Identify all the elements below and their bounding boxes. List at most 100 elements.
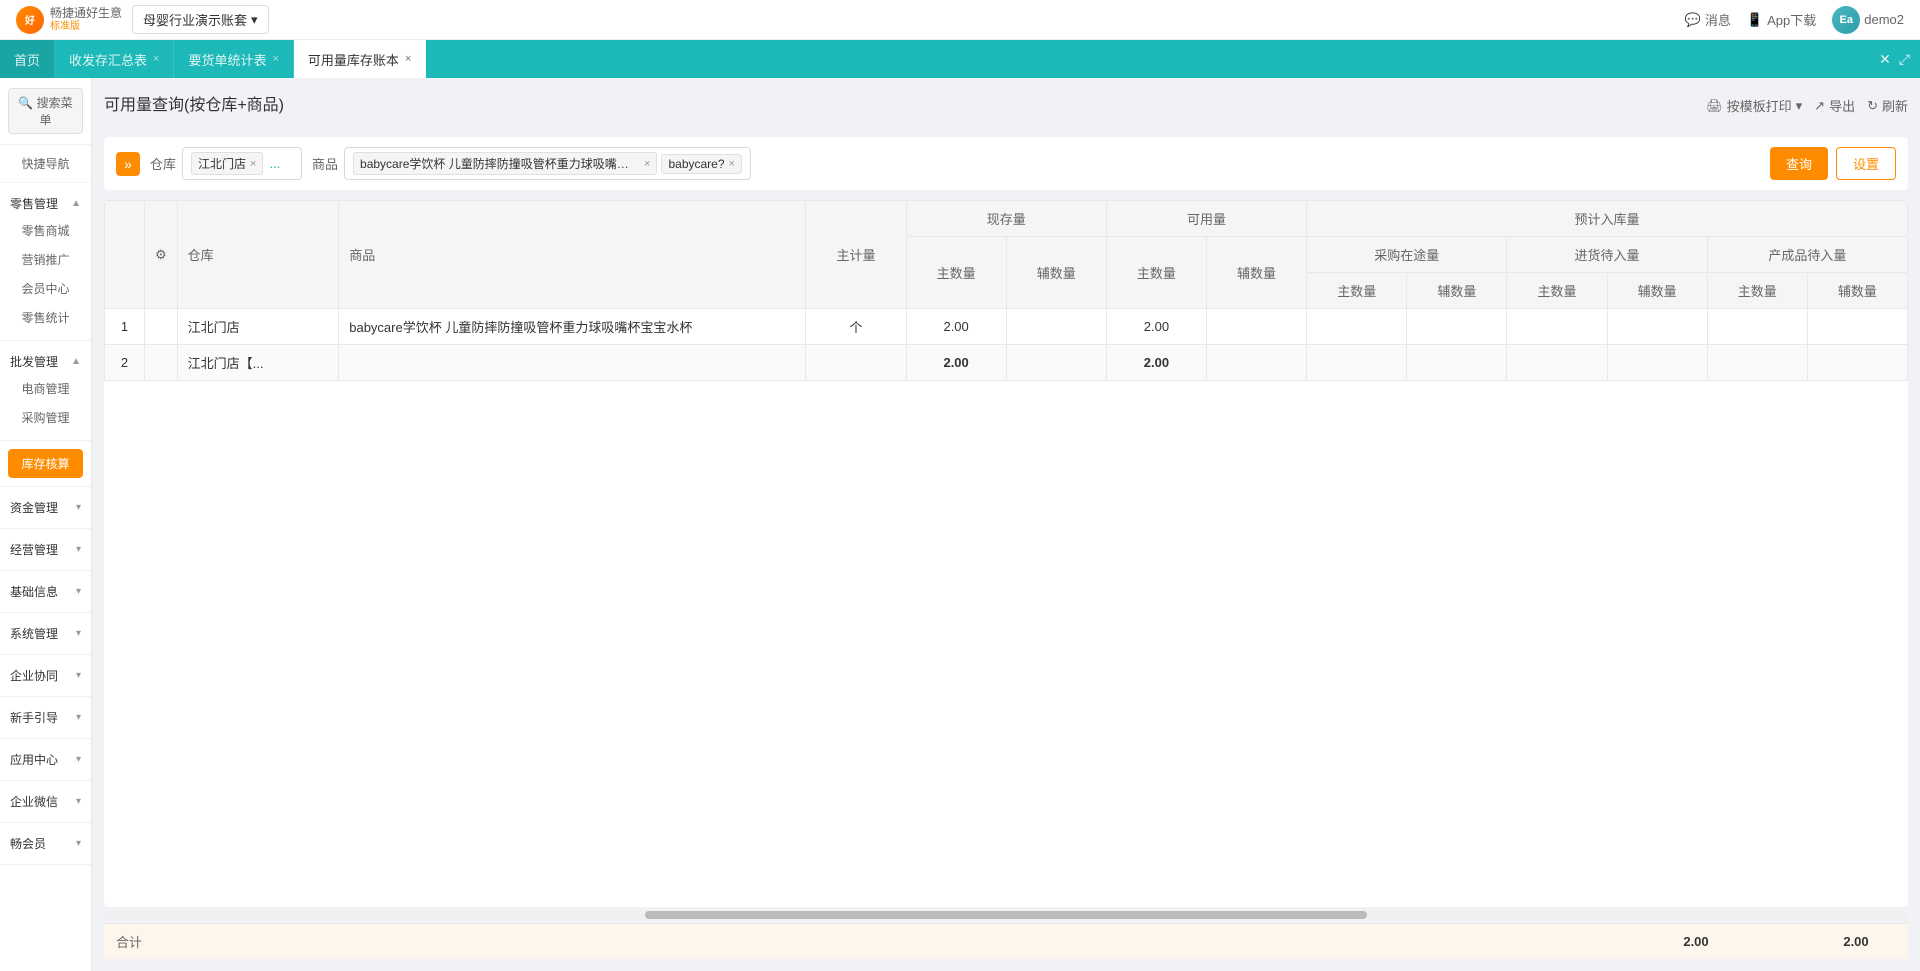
col-header-inbound-aux: 辅数量 bbox=[1607, 273, 1707, 309]
summary-avail: 2.00 bbox=[1816, 934, 1896, 949]
sidebar-section-basics: 基础信息 ▾ bbox=[0, 571, 91, 613]
sidebar-section-enterprise-header[interactable]: 企业协同 ▾ bbox=[8, 663, 83, 688]
sidebar-section-operations-header[interactable]: 经营管理 ▾ bbox=[8, 537, 83, 562]
remove-product-tag2[interactable]: × bbox=[729, 158, 735, 170]
expand-tabs-btn[interactable]: ⤢ bbox=[1899, 51, 1910, 68]
sidebar-section-basics-header[interactable]: 基础信息 ▾ bbox=[8, 579, 83, 604]
sidebar-section-wechat-header[interactable]: 企业微信 ▾ bbox=[8, 789, 83, 814]
nav-tabs: 首页 收发存汇总表 × 要货单统计表 × 可用量库存账本 × ✕ ⤢ bbox=[0, 40, 1920, 78]
row2-stock-aux bbox=[1006, 345, 1106, 381]
sidebar-section-apps-header[interactable]: 应用中心 ▾ bbox=[8, 747, 83, 772]
sidebar-item-inventory-check[interactable]: 库存核算 bbox=[8, 449, 83, 478]
logo-text: 畅捷通好生意 标准版 bbox=[50, 6, 122, 32]
row2-purchase-aux bbox=[1407, 345, 1507, 381]
col-header-purchase-main: 主数量 bbox=[1307, 273, 1407, 309]
row2-inbound-aux bbox=[1607, 345, 1707, 381]
col-header-inbound-forecast: 预计入库量 bbox=[1307, 201, 1908, 237]
sidebar-item-ecommerce[interactable]: 电商管理 bbox=[8, 374, 83, 403]
sidebar-item-retail-stats[interactable]: 零售统计 bbox=[8, 303, 83, 332]
row1-inbound-aux bbox=[1607, 309, 1707, 345]
app-download-action[interactable]: 📱 App下载 bbox=[1747, 10, 1816, 29]
tab-home[interactable]: 首页 bbox=[0, 40, 55, 78]
col-header-inbound-main: 主数量 bbox=[1507, 273, 1607, 309]
row2-product bbox=[339, 345, 806, 381]
more-warehouse-btn[interactable]: ... bbox=[269, 156, 280, 171]
message-action[interactable]: 💬 消息 bbox=[1685, 10, 1731, 29]
product-filter: 商品 babycare学饮杯 儿童防摔防撞吸管杯重力球吸嘴杯宝宝水杯 × bab… bbox=[312, 147, 751, 180]
col-header-mfg-main: 主数量 bbox=[1707, 273, 1807, 309]
double-arrow-icon: » bbox=[124, 156, 132, 172]
query-button[interactable]: 查询 bbox=[1770, 147, 1828, 180]
summary-label: 合计 bbox=[116, 932, 142, 951]
sidebar-section-wholesale-header[interactable]: 批发管理 ▲ bbox=[8, 349, 83, 374]
sidebar-item-members[interactable]: 会员中心 bbox=[8, 274, 83, 303]
product-tag-1: babycare学饮杯 儿童防摔防撞吸管杯重力球吸嘴杯宝宝水杯 × bbox=[353, 152, 657, 175]
row2-inbound-main bbox=[1507, 345, 1607, 381]
sidebar: 🔍 搜索菜单 快捷导航 零售管理 ▲ 零售商城 营销推广 会员中心 零售统计 bbox=[0, 78, 92, 971]
header-left: 好 畅捷通好生意 标准版 母婴行业演示账套 ▾ bbox=[16, 5, 269, 34]
filter-actions: 查询 设置 bbox=[1770, 147, 1896, 180]
sidebar-section-retail-header[interactable]: 零售管理 ▲ bbox=[8, 191, 83, 216]
sidebar-item-retail-mall[interactable]: 零售商城 bbox=[8, 216, 83, 245]
filter-toggle-btn[interactable]: » bbox=[116, 152, 140, 176]
remove-warehouse-tag[interactable]: × bbox=[250, 158, 256, 170]
chevron-down-icon: ▾ bbox=[251, 12, 258, 28]
refresh-btn[interactable]: ↻ 刷新 bbox=[1867, 96, 1908, 115]
tab-controls: ✕ ⤢ bbox=[1869, 40, 1920, 78]
product-input[interactable]: babycare学饮杯 儿童防摔防撞吸管杯重力球吸嘴杯宝宝水杯 × babyca… bbox=[344, 147, 751, 180]
content-area: 可用量查询(按仓库+商品) 🖨 按模板打印 ▾ ↗ 导出 ↻ 刷新 bbox=[92, 78, 1920, 971]
tab-order-stats[interactable]: 要货单统计表 × bbox=[174, 40, 293, 78]
row1-purchase-aux bbox=[1407, 309, 1507, 345]
main-layout: 🔍 搜索菜单 快捷导航 零售管理 ▲ 零售商城 营销推广 会员中心 零售统计 bbox=[0, 78, 1920, 971]
row1-inbound-main bbox=[1507, 309, 1607, 345]
close-tab-available-stock[interactable]: × bbox=[405, 53, 411, 65]
col-header-avail-main: 主数量 bbox=[1106, 237, 1206, 309]
col-header-warehouse: 仓库 bbox=[177, 201, 339, 309]
row1-stock-main: 2.00 bbox=[906, 309, 1006, 345]
sidebar-section-member: 畅会员 ▾ bbox=[0, 823, 91, 865]
col-header-stock-aux: 辅数量 bbox=[1006, 237, 1106, 309]
close-tab-order-stats[interactable]: × bbox=[272, 53, 278, 65]
industry-selector[interactable]: 母婴行业演示账套 ▾ bbox=[132, 5, 269, 34]
warehouse-tag: 江北门店 × bbox=[191, 152, 263, 175]
sidebar-item-procurement[interactable]: 采购管理 bbox=[8, 403, 83, 432]
row1-mfg-main bbox=[1707, 309, 1807, 345]
tab-summary[interactable]: 收发存汇总表 × bbox=[55, 40, 174, 78]
row2-stock-main: 2.00 bbox=[906, 345, 1006, 381]
setting-button[interactable]: 设置 bbox=[1836, 147, 1896, 180]
close-tab-summary[interactable]: × bbox=[153, 53, 159, 65]
user-area[interactable]: Ea demo2 bbox=[1832, 6, 1904, 34]
sidebar-section-finance-header[interactable]: 资金管理 ▾ bbox=[8, 495, 83, 520]
search-menu-btn[interactable]: 🔍 搜索菜单 bbox=[8, 88, 83, 134]
template-print-btn[interactable]: 🖨 按模板打印 ▾ bbox=[1706, 96, 1802, 115]
sidebar-section-finance: 资金管理 ▾ bbox=[0, 487, 91, 529]
row2-warehouse: 江北门店【... bbox=[177, 345, 339, 381]
export-btn[interactable]: ↗ 导出 bbox=[1814, 96, 1855, 115]
refresh-icon: ↻ bbox=[1867, 98, 1878, 114]
warehouse-input[interactable]: 江北门店 × ... bbox=[182, 147, 302, 180]
chevron-down-icon-print: ▾ bbox=[1796, 98, 1803, 114]
row1-purchase-main bbox=[1307, 309, 1407, 345]
row1-avail-main: 2.00 bbox=[1106, 309, 1206, 345]
sidebar-section-member-header[interactable]: 畅会员 ▾ bbox=[8, 831, 83, 856]
sidebar-section-newbie: 新手引导 ▾ bbox=[0, 697, 91, 739]
header-right: 💬 消息 📱 App下载 Ea demo2 bbox=[1685, 6, 1904, 34]
sidebar-section-newbie-header[interactable]: 新手引导 ▾ bbox=[8, 705, 83, 730]
search-icon: 🔍 bbox=[18, 96, 33, 110]
remove-product-tag1[interactable]: × bbox=[644, 158, 650, 170]
chevron-up-icon: ▲ bbox=[71, 198, 81, 209]
sidebar-item-quick-nav[interactable]: 快捷导航 bbox=[0, 145, 91, 183]
data-table: ⚙ 仓库 商品 主计量 现存量 可用量 预计入库量 主数量 辅数量 主数量 bbox=[104, 200, 1908, 381]
message-icon: 💬 bbox=[1685, 12, 1701, 28]
col-header-purchase-aux: 辅数量 bbox=[1407, 273, 1507, 309]
scroll-thumb[interactable] bbox=[645, 911, 1367, 919]
row1-num: 1 bbox=[105, 309, 145, 345]
row2-avail-main: 2.00 bbox=[1106, 345, 1206, 381]
sidebar-item-marketing[interactable]: 营销推广 bbox=[8, 245, 83, 274]
tab-available-stock[interactable]: 可用量库存账本 × bbox=[294, 40, 426, 78]
row2-settings bbox=[145, 345, 178, 381]
horizontal-scrollbar[interactable] bbox=[104, 911, 1908, 919]
close-all-tabs-btn[interactable]: ✕ bbox=[1879, 51, 1891, 68]
row2-mfg-main bbox=[1707, 345, 1807, 381]
sidebar-section-system-header[interactable]: 系统管理 ▾ bbox=[8, 621, 83, 646]
